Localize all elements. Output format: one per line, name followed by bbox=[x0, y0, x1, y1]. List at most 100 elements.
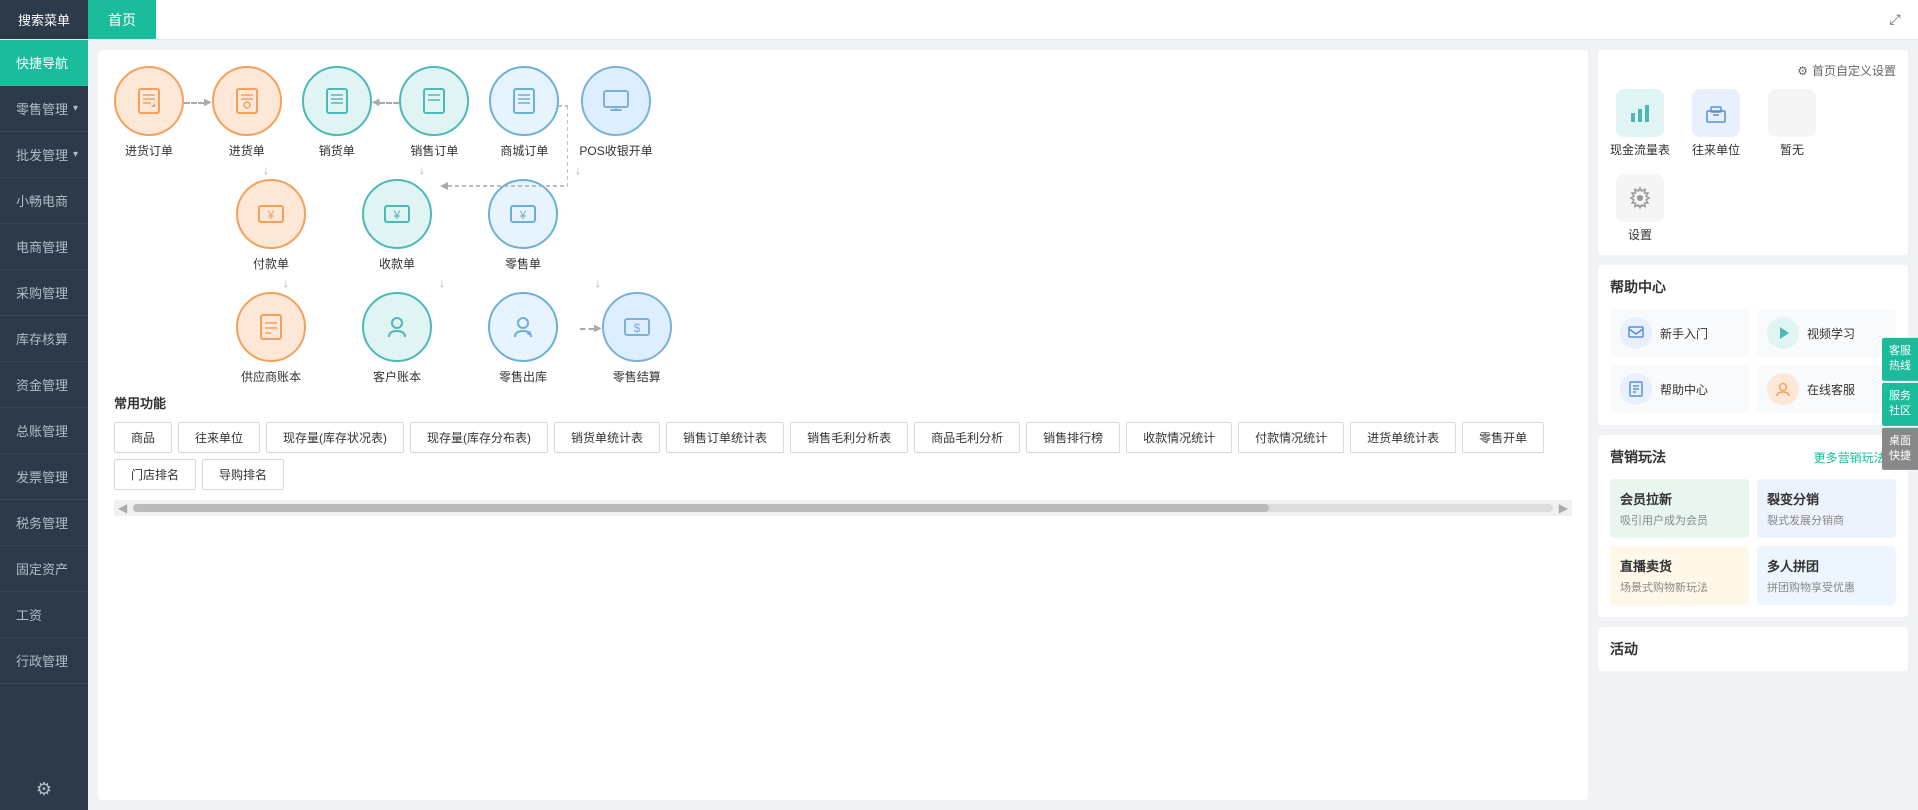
gear-icon-small: ⚙ bbox=[1797, 64, 1808, 78]
sidebar-item-快捷导航[interactable]: 快捷导航 bbox=[0, 40, 88, 86]
top-bar: 搜索菜单 首页 ⤢ bbox=[0, 0, 1918, 40]
marketing-item-直播卖货[interactable]: 直播卖货场景式购物新玩法 bbox=[1610, 546, 1749, 605]
sidebar-item-资金管理[interactable]: 资金管理 bbox=[0, 362, 88, 408]
func-btn-付款情况统计[interactable]: 付款情况统计 bbox=[1238, 422, 1344, 453]
scroll-left[interactable]: ◀ bbox=[118, 501, 127, 515]
scrollbar-track[interactable] bbox=[133, 504, 1553, 512]
node-label-jinhuo-dingdan: 进货订单 bbox=[125, 142, 173, 159]
sidebar-item-工资[interactable]: 工资 bbox=[0, 592, 88, 638]
sidebar-item-固定资产[interactable]: 固定资产 bbox=[0, 546, 88, 592]
main-layout: 快捷导航零售管理▾批发管理▾小畅电商电商管理采购管理库存核算资金管理总账管理发票… bbox=[0, 40, 1918, 810]
node-lingshou-dan[interactable]: ¥ 零售单 bbox=[488, 179, 558, 272]
node-lingshou-chuku[interactable]: 零售出库 bbox=[488, 292, 558, 385]
quick-icons: 现金流量表往来单位暂无设置 bbox=[1610, 89, 1896, 243]
sidebar-item-发票管理[interactable]: 发票管理 bbox=[0, 454, 88, 500]
sidebar-arrow-icon: ▾ bbox=[73, 103, 78, 114]
help-icon-视频学习 bbox=[1767, 317, 1799, 349]
node-xiao-huo-dan[interactable]: 销货单 bbox=[302, 66, 372, 159]
node-fukuan[interactable]: ¥ 付款单 bbox=[236, 179, 306, 272]
float-btn-客服热线[interactable]: 客服热线 bbox=[1882, 338, 1918, 381]
sidebar-item-行政管理[interactable]: 行政管理 bbox=[0, 638, 88, 684]
node-kehu-zhangben[interactable]: 客户账本 bbox=[362, 292, 432, 385]
down-arrow-2: ↓ bbox=[216, 161, 316, 179]
sidebar-item-label: 库存核算 bbox=[16, 329, 68, 348]
flow-row-2: ¥ 付款单 ¥ 收款单 bbox=[114, 179, 1572, 272]
node-label-gongyingshang: 供应商账本 bbox=[241, 368, 301, 385]
common-functions: 常用功能 商品往来单位现存量(库存状况表)现存量(库存分布表)销货单统计表销售订… bbox=[114, 393, 1572, 490]
help-icon-帮助中心 bbox=[1620, 373, 1652, 405]
sidebar-item-税务管理[interactable]: 税务管理 bbox=[0, 500, 88, 546]
quick-access-header: ⚙ 首页自定义设置 bbox=[1610, 62, 1896, 79]
v-arrow-jinhuo: ↓ bbox=[263, 163, 269, 177]
help-item-新手入门[interactable]: 新手入门 bbox=[1610, 309, 1749, 357]
help-item-帮助中心[interactable]: 帮助中心 bbox=[1610, 365, 1749, 413]
help-card: 帮助中心 新手入门视频学习帮助中心在线客服 bbox=[1598, 265, 1908, 425]
help-label-视频学习: 视频学习 bbox=[1807, 325, 1855, 342]
node-jinhuo-dan[interactable]: 进货单 bbox=[212, 66, 282, 159]
fullscreen-button[interactable]: ⤢ bbox=[1880, 5, 1910, 35]
func-btn-销售订单统计表[interactable]: 销售订单统计表 bbox=[666, 422, 784, 453]
func-btn-门店排名[interactable]: 门店排名 bbox=[114, 459, 196, 490]
top-right: ⤢ bbox=[1880, 0, 1918, 39]
node-jinhuo-dingdan[interactable]: 进货订单 bbox=[114, 66, 184, 159]
func-btn-商品毛利分析[interactable]: 商品毛利分析 bbox=[914, 422, 1020, 453]
quick-icon-现金流量表[interactable]: 现金流量表 bbox=[1610, 89, 1670, 158]
func-btn-往来单位[interactable]: 往来单位 bbox=[178, 422, 260, 453]
node-lingshou-jiesuan[interactable]: $ 零售结算 bbox=[602, 292, 672, 385]
svg-text:¥: ¥ bbox=[519, 208, 527, 222]
v-arrow-xiaoshou: ↓ bbox=[575, 163, 581, 177]
sidebar-item-批发管理[interactable]: 批发管理▾ bbox=[0, 132, 88, 178]
tab-home[interactable]: 首页 bbox=[88, 0, 156, 39]
spacer-da2 bbox=[316, 161, 372, 179]
func-btn-销售排行榜[interactable]: 销售排行榜 bbox=[1026, 422, 1120, 453]
help-item-在线客服[interactable]: 在线客服 bbox=[1757, 365, 1896, 413]
node-shoukuan[interactable]: ¥ 收款单 bbox=[362, 179, 432, 272]
float-btn-桌面快捷[interactable]: 桌面快捷 bbox=[1882, 427, 1918, 470]
func-btn-进货单统计表[interactable]: 进货单统计表 bbox=[1350, 422, 1456, 453]
sidebar-item-零售管理[interactable]: 零售管理▾ bbox=[0, 86, 88, 132]
quick-icon-设置[interactable]: 设置 bbox=[1610, 174, 1670, 243]
settings-gear-icon[interactable]: ⚙ bbox=[36, 779, 52, 800]
sidebar-item-电商管理[interactable]: 电商管理 bbox=[0, 224, 88, 270]
func-btn-导购排名[interactable]: 导购排名 bbox=[202, 459, 284, 490]
marketing-item-多人拼团[interactable]: 多人拼团拼团购物享受优惠 bbox=[1757, 546, 1896, 605]
down-arrow-lingshou: ↓ bbox=[548, 274, 648, 292]
sidebar-item-label: 工资 bbox=[16, 605, 42, 624]
func-btn-销售毛利分析表[interactable]: 销售毛利分析表 bbox=[790, 422, 908, 453]
customize-button[interactable]: ⚙ 首页自定义设置 bbox=[1797, 62, 1896, 79]
scrollbar-thumb[interactable] bbox=[133, 504, 1269, 512]
sidebar-section: 快捷导航零售管理▾批发管理▾小畅电商电商管理采购管理库存核算资金管理总账管理发票… bbox=[0, 40, 88, 769]
func-btn-零售开单[interactable]: 零售开单 bbox=[1462, 422, 1544, 453]
scroll-right[interactable]: ▶ bbox=[1559, 501, 1568, 515]
sidebar-item-采购管理[interactable]: 采购管理 bbox=[0, 270, 88, 316]
help-item-视频学习[interactable]: 视频学习 bbox=[1757, 309, 1896, 357]
node-gongyingshang[interactable]: 供应商账本 bbox=[236, 292, 306, 385]
down-arrows-row1: ↓ ↓ ↓ bbox=[114, 161, 1572, 179]
func-btn-收款情况统计[interactable]: 收款情况统计 bbox=[1126, 422, 1232, 453]
quick-icon-往来单位[interactable]: 往来单位 bbox=[1686, 89, 1746, 158]
node-icon-gongyingshang bbox=[236, 292, 306, 362]
func-btn-现存量(库存状况表)[interactable]: 现存量(库存状况表) bbox=[266, 422, 404, 453]
arrow-1-2: ▶ bbox=[184, 78, 212, 148]
quick-icon-box-设置 bbox=[1616, 174, 1664, 222]
svg-text:¥: ¥ bbox=[267, 208, 275, 222]
scroll-bar-row[interactable]: ◀ ▶ bbox=[114, 500, 1572, 516]
sidebar-item-总账管理[interactable]: 总账管理 bbox=[0, 408, 88, 454]
search-menu[interactable]: 搜索菜单 bbox=[0, 0, 88, 39]
marketing-title-直播卖货: 直播卖货 bbox=[1620, 556, 1739, 575]
marketing-item-会员拉新[interactable]: 会员拉新吸引用户成为会员 bbox=[1610, 479, 1749, 538]
node-pos[interactable]: POS收银开单 bbox=[579, 66, 652, 159]
func-btn-销货单统计表[interactable]: 销货单统计表 bbox=[554, 422, 660, 453]
sidebar-item-label: 快捷导航 bbox=[16, 53, 68, 72]
sidebar-item-label: 行政管理 bbox=[16, 651, 68, 670]
func-btn-商品[interactable]: 商品 bbox=[114, 422, 172, 453]
node-label-jinhuo-dan: 进货单 bbox=[229, 142, 265, 159]
flow-diagram: 进货订单 ▶ 进货单 bbox=[114, 66, 1572, 385]
sidebar-item-小畅电商[interactable]: 小畅电商 bbox=[0, 178, 88, 224]
quick-icon-label-暂无: 暂无 bbox=[1780, 141, 1804, 158]
func-btn-现存量(库存分布表)[interactable]: 现存量(库存分布表) bbox=[410, 422, 548, 453]
marketing-item-裂变分销[interactable]: 裂变分销裂式发展分销商 bbox=[1757, 479, 1896, 538]
sidebar-item-库存核算[interactable]: 库存核算 bbox=[0, 316, 88, 362]
quick-icon-暂无[interactable]: 暂无 bbox=[1762, 89, 1822, 158]
float-btn-服务社区[interactable]: 服务社区 bbox=[1882, 383, 1918, 426]
